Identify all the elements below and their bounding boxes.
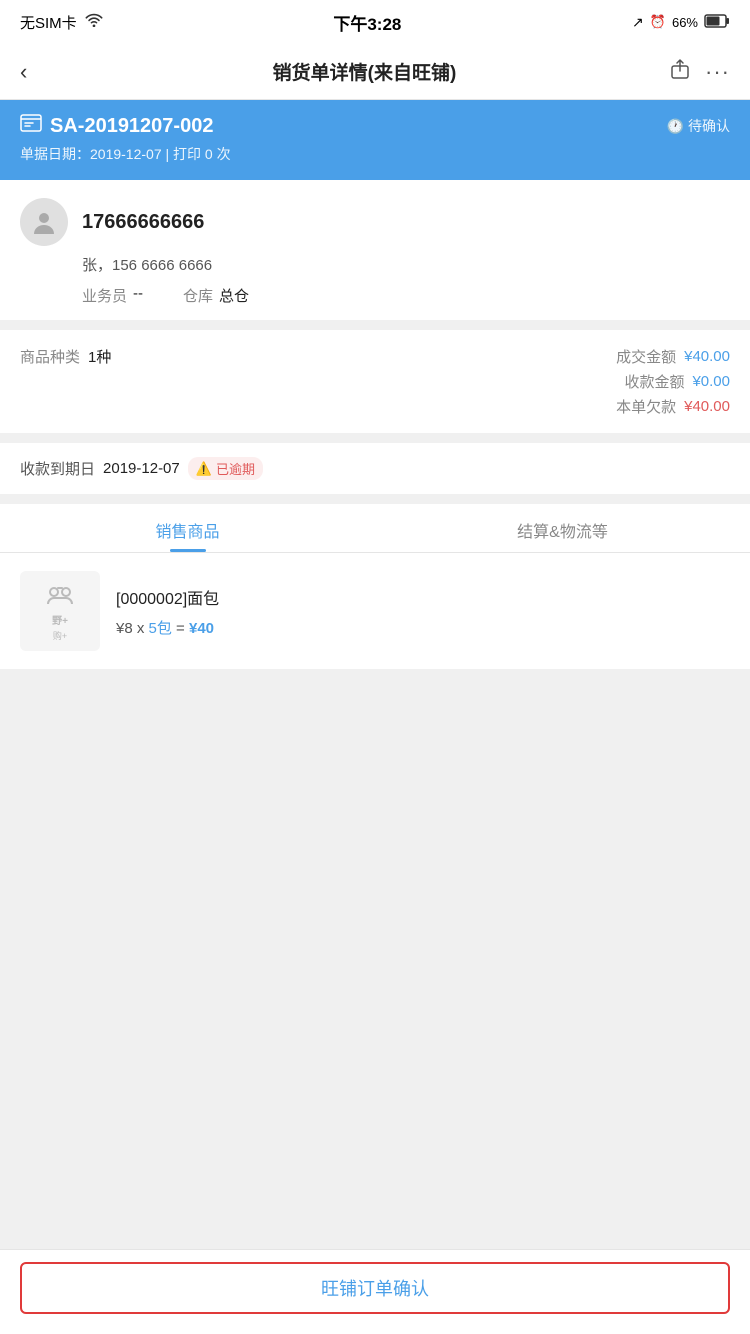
order-status-text: 待确认 <box>688 116 730 136</box>
summary-row: 商品种类 1种 成交金额 ¥40.00 收款金额 ¥0.00 本单欠款 ¥40.… <box>20 346 730 417</box>
balance-due-value: ¥40.00 <box>684 398 730 415</box>
product-qty: 5包 <box>149 620 172 637</box>
nav-actions: ··· <box>669 58 730 86</box>
transaction-amount-row: 成交金额 ¥40.00 <box>616 346 730 367</box>
order-icon <box>20 114 42 138</box>
status-left: 无SIM卡 <box>20 12 103 33</box>
order-date: 单据日期：2019-12-07 | 打印 0 次 <box>20 144 730 164</box>
product-price: ¥8 x 5包 = ¥40 <box>116 617 730 638</box>
payment-received-row: 收款金额 ¥0.00 <box>624 371 730 392</box>
overdue-section: 收款到期日 2019-12-07 ⚠️ 已逾期 <box>0 443 750 494</box>
order-status: 🕐 待确认 <box>667 116 730 136</box>
status-time: 下午3:28 <box>333 10 401 35</box>
product-thumbnail: 野+ 购+ <box>20 571 100 651</box>
alarm-icon: ⏰ <box>650 14 666 30</box>
customer-section: 17666666666 张，156 6666 6666 业务员 -- 仓库 总仓 <box>0 180 750 320</box>
salesperson-label: 业务员 <box>82 285 127 306</box>
status-clock-icon: 🕐 <box>667 118 684 135</box>
overdue-date: 2019-12-07 <box>103 460 180 477</box>
bottom-bar: 旺铺订单确认 <box>0 1249 750 1334</box>
warehouse-item: 仓库 总仓 <box>183 285 249 306</box>
overdue-warning-icon: ⚠️ <box>196 461 212 477</box>
status-right: ↗ ⏰ 66% <box>632 14 730 31</box>
payment-received-label: 收款金额 <box>624 371 684 392</box>
customer-meta: 业务员 -- 仓库 总仓 <box>82 285 730 306</box>
status-bar: 无SIM卡 下午3:28 ↗ ⏰ 66% <box>0 0 750 44</box>
product-info: [0000002]面包 ¥8 x 5包 = ¥40 <box>116 585 730 638</box>
order-number: SA-20191207-002 <box>20 114 213 138</box>
product-item: 野+ 购+ [0000002]面包 ¥8 x 5包 = ¥40 <box>0 553 750 670</box>
overdue-badge: ⚠️ 已逾期 <box>188 457 263 480</box>
tabs-header: 销售商品 结算&物流等 <box>0 504 750 553</box>
battery-percent: 66% <box>672 15 698 30</box>
tab-settlement[interactable]: 结算&物流等 <box>375 504 750 552</box>
product-types-value: 1种 <box>88 346 111 367</box>
price-text: ¥8 x <box>116 620 149 637</box>
warehouse-value: 总仓 <box>219 285 249 306</box>
customer-row: 17666666666 <box>20 198 730 246</box>
customer-phone: 17666666666 <box>82 211 204 234</box>
product-total: ¥40 <box>189 620 214 637</box>
avatar <box>20 198 68 246</box>
confirm-btn-label: 旺铺订单确认 <box>321 1275 429 1301</box>
nav-bar: ‹ 销货单详情(来自旺铺) ··· <box>0 44 750 100</box>
back-button[interactable]: ‹ <box>20 59 60 85</box>
location-icon: ↗ <box>632 14 644 31</box>
transaction-amount-value: ¥40.00 <box>684 348 730 365</box>
product-name: [0000002]面包 <box>116 585 730 609</box>
order-header: SA-20191207-002 🕐 待确认 单据日期：2019-12-07 | … <box>0 100 750 180</box>
warehouse-label: 仓库 <box>183 285 213 306</box>
salesperson-item: 业务员 -- <box>82 285 143 306</box>
tab-products[interactable]: 销售商品 <box>0 504 375 552</box>
more-button[interactable]: ··· <box>705 59 730 85</box>
overdue-label: 收款到期日 <box>20 458 95 479</box>
tabs-section: 销售商品 结算&物流等 野+ 购+ [0000002]面包 ¥8 x 5包 = … <box>0 504 750 670</box>
price-separator: = <box>172 620 189 637</box>
share-button[interactable] <box>669 58 691 86</box>
balance-due-label: 本单欠款 <box>616 396 676 417</box>
transaction-amount-label: 成交金额 <box>616 346 676 367</box>
page-title: 销货单详情(来自旺铺) <box>60 58 669 85</box>
customer-name: 张，156 6666 6666 <box>82 254 730 275</box>
product-types-label: 商品种类 <box>20 346 80 367</box>
confirm-wangpu-button[interactable]: 旺铺订单确认 <box>20 1262 730 1314</box>
overdue-badge-text: 已逾期 <box>216 459 255 478</box>
empty-area <box>0 670 750 870</box>
battery-icon <box>704 14 730 31</box>
wifi-icon <box>85 13 103 31</box>
product-types: 商品种类 1种 <box>20 346 111 367</box>
summary-section: 商品种类 1种 成交金额 ¥40.00 收款金额 ¥0.00 本单欠款 ¥40.… <box>0 330 750 433</box>
amounts: 成交金额 ¥40.00 收款金额 ¥0.00 本单欠款 ¥40.00 <box>616 346 730 417</box>
order-number-text: SA-20191207-002 <box>50 115 213 138</box>
balance-due-row: 本单欠款 ¥40.00 <box>616 396 730 417</box>
payment-received-value: ¥0.00 <box>692 373 730 390</box>
salesperson-value: -- <box>133 285 143 306</box>
carrier-label: 无SIM卡 <box>20 12 77 33</box>
